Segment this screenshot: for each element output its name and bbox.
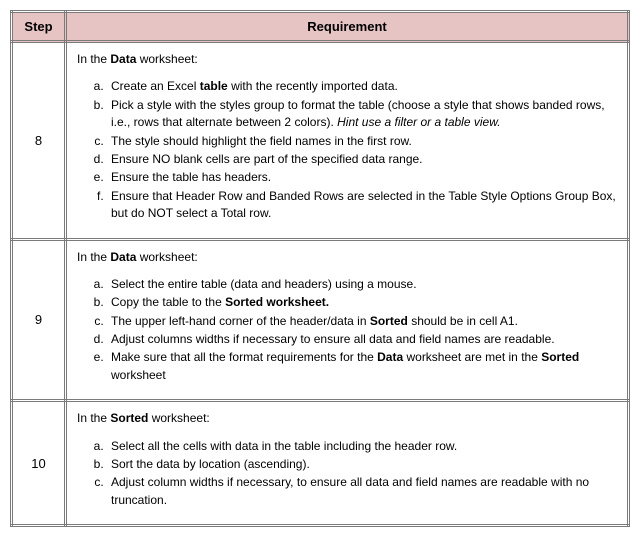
item-text: Create an Excel [111,79,200,93]
requirement-list: Select the entire table (data and header… [77,276,617,384]
item-bold: Sorted [541,350,579,364]
requirement-list: Select all the cells with data in the ta… [77,438,617,510]
intro-bold: Data [110,250,136,264]
item-text: worksheet are met in the [403,350,541,364]
intro-bold: Sorted [110,411,148,425]
table-row: 9 In the Data worksheet: Select the enti… [12,239,629,401]
list-item: Sort the data by location (ascending). [107,456,617,473]
item-italic: Hint use a filter or a table view. [337,115,500,129]
list-item: Adjust columns widths if necessary to en… [107,331,617,348]
item-text: should be in cell A1. [408,314,518,328]
list-item: Create an Excel table with the recently … [107,78,617,95]
item-text: Copy the table to the [111,295,225,309]
intro-line: In the Sorted worksheet: [77,410,617,427]
step-number: 9 [12,239,66,401]
list-item: Ensure that Header Row and Banded Rows a… [107,188,617,223]
intro-line: In the Data worksheet: [77,249,617,266]
requirement-cell: In the Data worksheet: Select the entire… [66,239,629,401]
intro-bold: Data [110,52,136,66]
header-step: Step [12,12,66,42]
list-item: Adjust column widths if necessary, to en… [107,474,617,509]
step-number: 10 [12,401,66,526]
item-bold: Data [377,350,403,364]
requirement-list: Create an Excel table with the recently … [77,78,617,222]
table-row: 10 In the Sorted worksheet: Select all t… [12,401,629,526]
table-row: 8 In the Data worksheet: Create an Excel… [12,42,629,240]
item-text: Make sure that all the format requiremen… [111,350,377,364]
list-item: The upper left-hand corner of the header… [107,313,617,330]
intro-text: worksheet: [148,411,209,425]
intro-text: In the [77,52,110,66]
list-item: The style should highlight the field nam… [107,133,617,150]
item-bold: Sorted worksheet. [225,295,329,309]
list-item: Ensure NO blank cells are part of the sp… [107,151,617,168]
intro-text: In the [77,411,110,425]
requirement-cell: In the Data worksheet: Create an Excel t… [66,42,629,240]
list-item: Select the entire table (data and header… [107,276,617,293]
item-text: with the recently imported data. [228,79,398,93]
intro-text: In the [77,250,110,264]
list-item: Pick a style with the styles group to fo… [107,97,617,132]
requirements-table: Step Requirement 8 In the Data worksheet… [10,10,630,527]
requirement-cell: In the Sorted worksheet: Select all the … [66,401,629,526]
item-text: worksheet [111,368,166,382]
list-item: Ensure the table has headers. [107,169,617,186]
intro-text: worksheet: [136,52,197,66]
intro-text: worksheet: [136,250,197,264]
intro-line: In the Data worksheet: [77,51,617,68]
item-bold: table [200,79,228,93]
list-item: Make sure that all the format requiremen… [107,349,617,384]
item-bold: Sorted [370,314,408,328]
item-text: The upper left-hand corner of the header… [111,314,370,328]
header-requirement: Requirement [66,12,629,42]
step-number: 8 [12,42,66,240]
list-item: Select all the cells with data in the ta… [107,438,617,455]
list-item: Copy the table to the Sorted worksheet. [107,294,617,311]
